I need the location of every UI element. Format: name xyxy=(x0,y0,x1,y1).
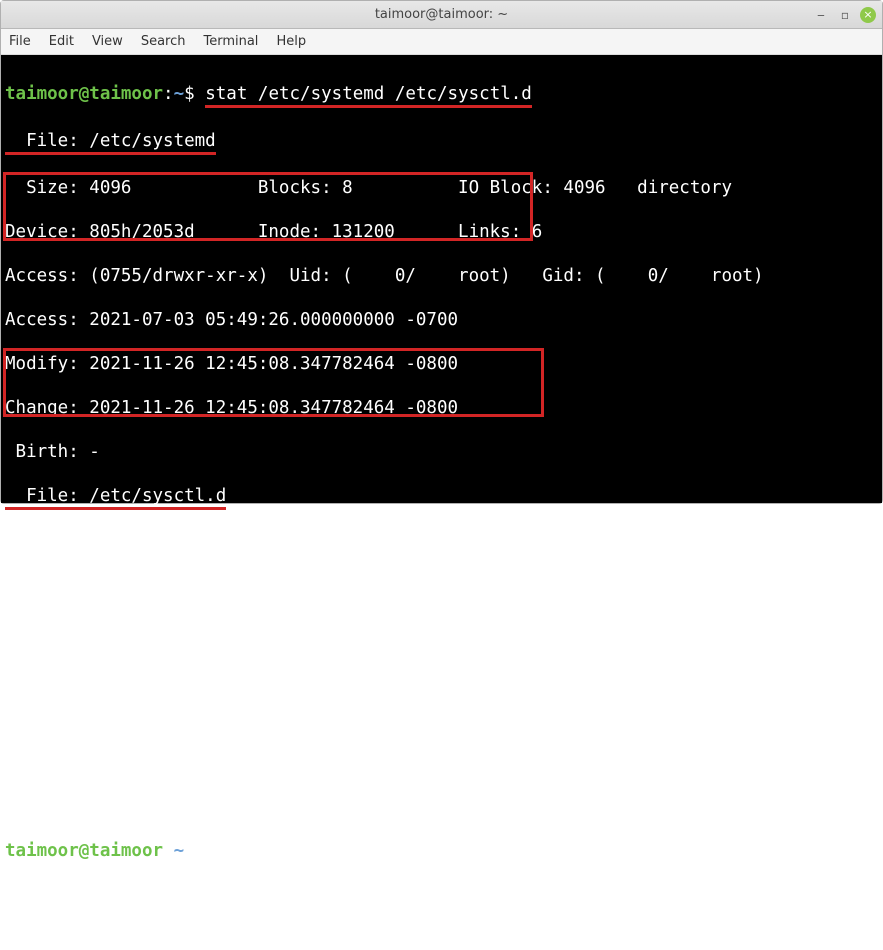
menu-edit[interactable]: Edit xyxy=(49,34,74,49)
stat2-size: Size: 4096 Blocks: 8 IO Block: 4096 dire… xyxy=(5,532,878,554)
stat1-file: File: /etc/systemd xyxy=(5,130,878,155)
terminal-area[interactable]: taimoor@taimoor:~$ stat /etc/systemd /et… xyxy=(1,55,882,503)
stat2-modify-time: Modify: 2021-11-26 12:43:18.340384179 -0… xyxy=(5,708,878,730)
stat1-size: Size: 4096 Blocks: 8 IO Block: 4096 dire… xyxy=(5,177,878,199)
menubar: File Edit View Search Terminal Help xyxy=(1,29,882,55)
menu-terminal[interactable]: Terminal xyxy=(203,34,258,49)
stat1-change-time: Change: 2021-11-26 12:45:08.347782464 -0… xyxy=(5,397,878,419)
prompt-path: ~ xyxy=(174,84,185,104)
stat2-change-time: Change: 2021-11-26 12:43:18.340384179 -0… xyxy=(5,752,878,774)
close-button[interactable]: × xyxy=(860,7,876,23)
stat2-access-perm: Access: (0755/drwxr-xr-x) Uid: ( 0/ root… xyxy=(5,620,878,642)
prompt-line-2: taimoor@taimoor:~$ xyxy=(5,840,878,862)
command-text: stat /etc/systemd /etc/sysctl.d xyxy=(205,84,532,104)
stat1-access-perm: Access: (0755/drwxr-xr-x) Uid: ( 0/ root… xyxy=(5,265,878,287)
minimize-button[interactable]: ‒ xyxy=(812,6,830,24)
stat1-device: Device: 805h/2053d Inode: 131200 Links: … xyxy=(5,221,878,243)
titlebar: taimoor@taimoor: ~ ‒ ▫ × xyxy=(1,1,882,29)
stat2-birth: Birth: - xyxy=(5,796,878,818)
stat2-file: File: /etc/sysctl.d xyxy=(5,485,878,510)
menu-search[interactable]: Search xyxy=(141,34,186,49)
menu-file[interactable]: File xyxy=(9,34,31,49)
cursor xyxy=(207,843,217,861)
stat2-access-time: Access: 2021-12-13 00:10:25.131663488 -0… xyxy=(5,664,878,686)
stat1-birth: Birth: - xyxy=(5,441,878,463)
stat1-modify-time: Modify: 2021-11-26 12:45:08.347782464 -0… xyxy=(5,353,878,375)
window-title: taimoor@taimoor: ~ xyxy=(1,7,882,22)
menu-view[interactable]: View xyxy=(92,34,123,49)
maximize-button[interactable]: ▫ xyxy=(836,6,854,24)
stat1-access-time: Access: 2021-07-03 05:49:26.000000000 -0… xyxy=(5,309,878,331)
stat2-device: Device: 805h/2053d Inode: 131199 Links: … xyxy=(5,576,878,598)
prompt-line-1: taimoor@taimoor:~$ stat /etc/systemd /et… xyxy=(5,83,878,108)
prompt-user: taimoor@taimoor xyxy=(5,84,163,104)
menu-help[interactable]: Help xyxy=(276,34,306,49)
